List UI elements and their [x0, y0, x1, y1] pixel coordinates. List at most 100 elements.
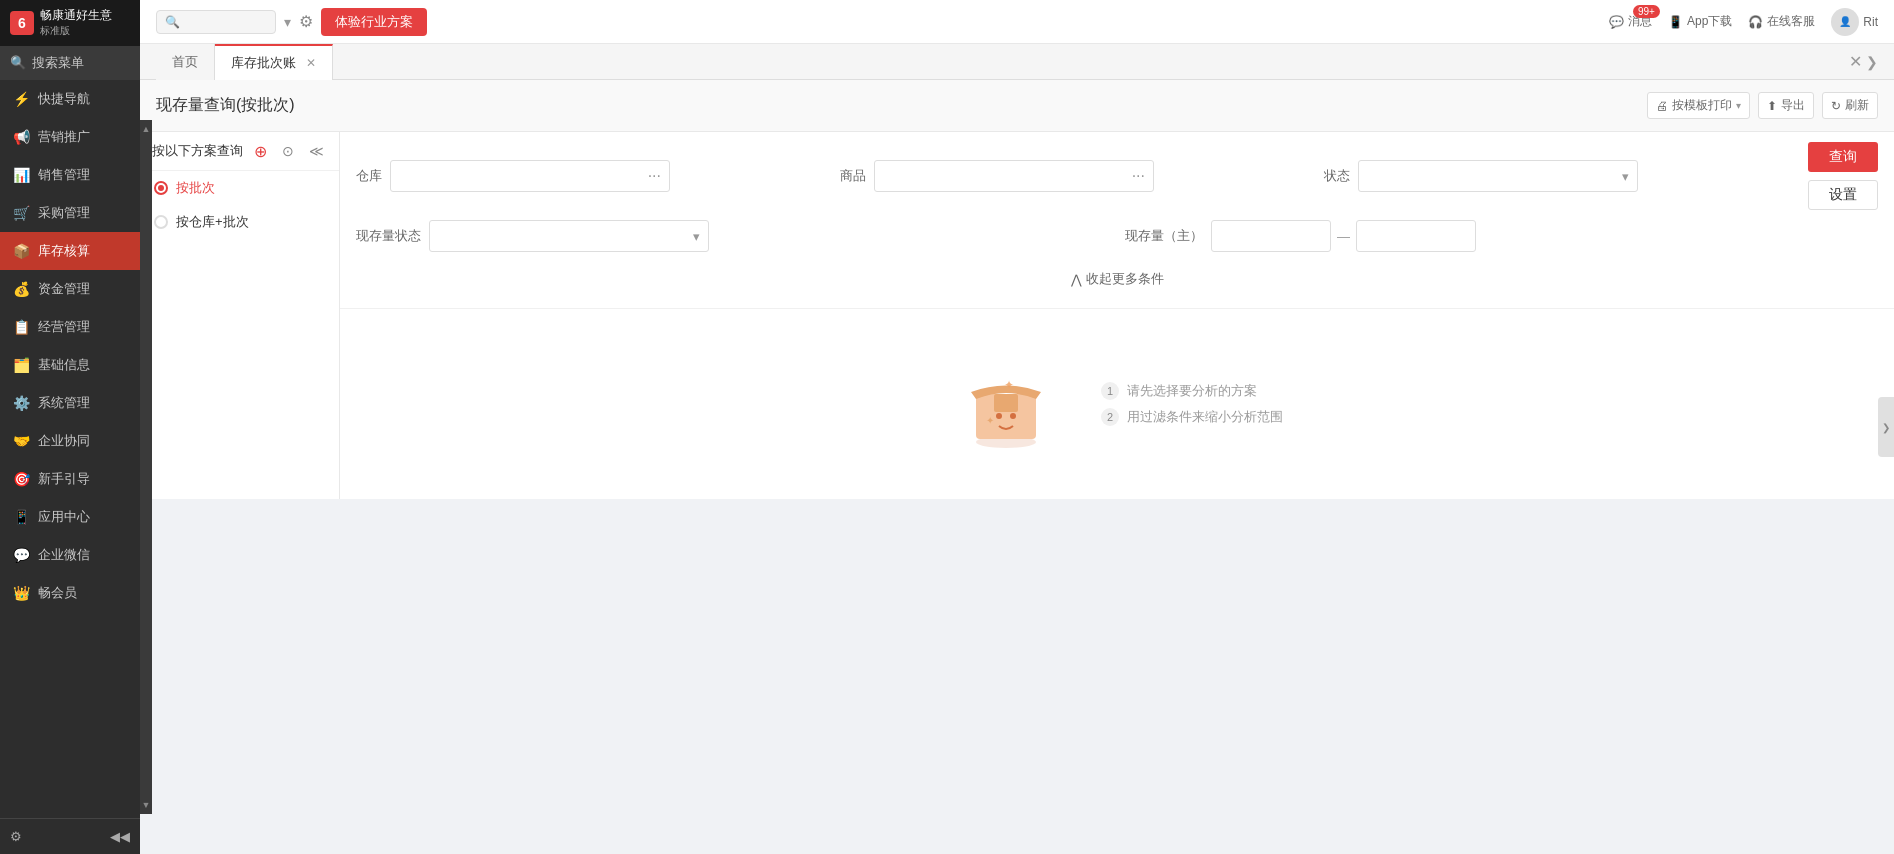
sidebar-item-appstore[interactable]: 📱 应用中心	[0, 498, 140, 536]
status-select[interactable]: ▾	[1358, 160, 1638, 192]
scheme-panel-title: 按以下方案查询	[152, 142, 243, 160]
online-service-label: 在线客服	[1767, 13, 1815, 30]
appstore-icon: 📱	[12, 508, 30, 526]
page-title: 现存量查询(按批次)	[156, 95, 295, 116]
app-download-btn[interactable]: 📱 App下载	[1668, 13, 1732, 30]
online-service-btn[interactable]: 🎧 在线客服	[1748, 13, 1815, 30]
app-title: 畅康通好生意	[40, 8, 112, 24]
username-label: Rit	[1863, 15, 1878, 29]
product-dots-btn[interactable]: ···	[1132, 167, 1145, 185]
settings-btn[interactable]: 设置	[1808, 180, 1878, 210]
scheme-item-batch[interactable]: 按批次	[140, 171, 339, 205]
basics-label: 基础信息	[38, 356, 90, 374]
filter-product: 商品 ···	[840, 160, 1308, 192]
export-btn[interactable]: ⬆ 导出	[1758, 92, 1814, 119]
sidebar-item-system[interactable]: ⚙️ 系统管理	[0, 384, 140, 422]
side-panel-toggle[interactable]: ❯	[1878, 397, 1894, 457]
enterprise-icon: 🤝	[12, 432, 30, 450]
vip-icon: 👑	[12, 584, 30, 602]
inventory-status-select[interactable]: ▾	[429, 220, 709, 252]
filter-inventory-status: 现存量状态 ▾	[356, 220, 1109, 252]
collapse-conditions-btn[interactable]: ⋀ 收起更多条件	[1063, 262, 1172, 296]
sidebar-item-quick-nav[interactable]: ⚡ 快捷导航	[0, 80, 140, 118]
print-dropdown-icon[interactable]: ▾	[1736, 100, 1741, 111]
operations-label: 经营管理	[38, 318, 90, 336]
collapse-label: 收起更多条件	[1086, 270, 1164, 288]
topbar-search-box[interactable]: 🔍	[156, 10, 276, 34]
scheme-settings-btn[interactable]: ⊙	[277, 140, 299, 162]
purchase-icon: 🛒	[12, 204, 30, 222]
right-panel: 仓库 ··· 商品 ···	[340, 132, 1894, 499]
sidebar-item-wechat[interactable]: 💬 企业微信	[0, 536, 140, 574]
sidebar-nav: ⚡ 快捷导航 📢 营销推广 📊 销售管理 🛒 采购管理 📦 库存核算 💰 资金管…	[0, 80, 140, 818]
print-template-btn[interactable]: 🖨 按模板打印 ▾	[1647, 92, 1750, 119]
messages-icon: 💬	[1609, 15, 1624, 29]
empty-state: ✦ ✦ 1 请先选择要分析的方案	[340, 309, 1894, 499]
wechat-label: 企业微信	[38, 546, 90, 564]
sidebar-footer: ⚙ ◀◀	[0, 818, 140, 854]
collapse-up-icon: ⋀	[1071, 272, 1082, 287]
sidebar-item-vip[interactable]: 👑 畅会员	[0, 574, 140, 612]
query-btn[interactable]: 查询	[1808, 142, 1878, 172]
search-menu-label: 搜索菜单	[32, 54, 84, 72]
search-menu[interactable]: 🔍 搜索菜单	[0, 46, 140, 80]
warehouse-dots-btn[interactable]: ···	[648, 167, 661, 185]
product-input[interactable]: ···	[874, 160, 1154, 192]
sidebar-item-inventory[interactable]: 📦 库存核算	[0, 232, 140, 270]
collapse-scheme-btn[interactable]: ≪	[305, 140, 327, 162]
sidebar: 6 畅康通好生意 标准版 🔍 搜索菜单 ▲ ▼ ⚡ 快捷导航 📢 营销推广 📊 …	[0, 0, 140, 854]
scheme-panel: 按以下方案查询 ⊕ ⊙ ≪ 按批次 按仓库+批次	[140, 132, 340, 499]
topbar-search-input[interactable]	[186, 15, 266, 29]
sidebar-item-finance[interactable]: 💰 资金管理	[0, 270, 140, 308]
marketing-icon: 📢	[12, 128, 30, 146]
page-actions: 🖨 按模板打印 ▾ ⬆ 导出 ↻ 刷新	[1647, 92, 1878, 119]
query-btn-area: 查询 设置	[1808, 142, 1878, 210]
sidebar-item-marketing[interactable]: 📢 营销推广	[0, 118, 140, 156]
refresh-btn[interactable]: ↻ 刷新	[1822, 92, 1878, 119]
scroll-down-btn[interactable]: ▼	[140, 800, 152, 810]
sidebar-item-sales[interactable]: 📊 销售管理	[0, 156, 140, 194]
topbar-dropdown-arrow[interactable]: ▾	[284, 14, 291, 30]
topbar-settings-icon[interactable]: ⚙	[299, 12, 313, 31]
sidebar-scrollbar[interactable]: ▲ ▼	[140, 120, 152, 814]
warehouse-input[interactable]: ···	[390, 160, 670, 192]
tab-actions: ✕ ❯	[1849, 52, 1878, 71]
sidebar-item-enterprise[interactable]: 🤝 企业协同	[0, 422, 140, 460]
collapse-row: ⋀ 收起更多条件	[356, 256, 1878, 298]
marketing-label: 营销推广	[38, 128, 90, 146]
tab-close-btn[interactable]: ✕	[306, 56, 316, 70]
sidebar-collapse-btn[interactable]: ◀◀	[110, 829, 130, 844]
add-scheme-btn[interactable]: ⊕	[249, 140, 271, 162]
filter-section: 仓库 ··· 商品 ···	[340, 132, 1894, 309]
sidebar-item-operations[interactable]: 📋 经营管理	[0, 308, 140, 346]
sidebar-item-purchase[interactable]: 🛒 采购管理	[0, 194, 140, 232]
tab-close-panel-btn[interactable]: ✕	[1849, 52, 1862, 71]
system-label: 系统管理	[38, 394, 90, 412]
tab-inventory-batch-label: 库存批次账	[231, 54, 296, 72]
user-info-btn[interactable]: 👤 Rit	[1831, 8, 1878, 36]
scheme-item-warehouse-batch[interactable]: 按仓库+批次	[140, 205, 339, 239]
svg-rect-2	[994, 394, 1018, 412]
tab-inventory-batch[interactable]: 库存批次账 ✕	[215, 44, 333, 80]
inventory-label: 库存核算	[38, 242, 90, 260]
tip-1-text: 请先选择要分析的方案	[1127, 382, 1257, 400]
tab-home[interactable]: 首页	[156, 44, 215, 80]
inventory-main-from[interactable]	[1211, 220, 1331, 252]
status-arrow-icon: ▾	[1622, 169, 1629, 184]
scheme-label-warehouse-batch: 按仓库+批次	[176, 213, 249, 231]
tab-expand-btn[interactable]: ❯	[1866, 54, 1878, 70]
sidebar-item-basics[interactable]: 🗂️ 基础信息	[0, 346, 140, 384]
inventory-main-label: 现存量（主）	[1125, 227, 1203, 245]
sidebar-item-newuser[interactable]: 🎯 新手引导	[0, 460, 140, 498]
experience-btn[interactable]: 体验行业方案	[321, 8, 427, 36]
messages-btn[interactable]: 💬 消息 99+	[1609, 13, 1652, 30]
empty-content: ✦ ✦ 1 请先选择要分析的方案	[951, 349, 1283, 459]
filter-row-2: 现存量状态 ▾ 现存量（主） —	[356, 220, 1878, 252]
scroll-up-btn[interactable]: ▲	[140, 124, 152, 134]
app-download-icon: 📱	[1668, 15, 1683, 29]
inventory-main-to[interactable]	[1356, 220, 1476, 252]
scheme-radio-batch	[154, 181, 168, 195]
vip-label: 畅会员	[38, 584, 77, 602]
sidebar-settings-btn[interactable]: ⚙	[10, 829, 22, 844]
app-download-label: App下载	[1687, 13, 1732, 30]
